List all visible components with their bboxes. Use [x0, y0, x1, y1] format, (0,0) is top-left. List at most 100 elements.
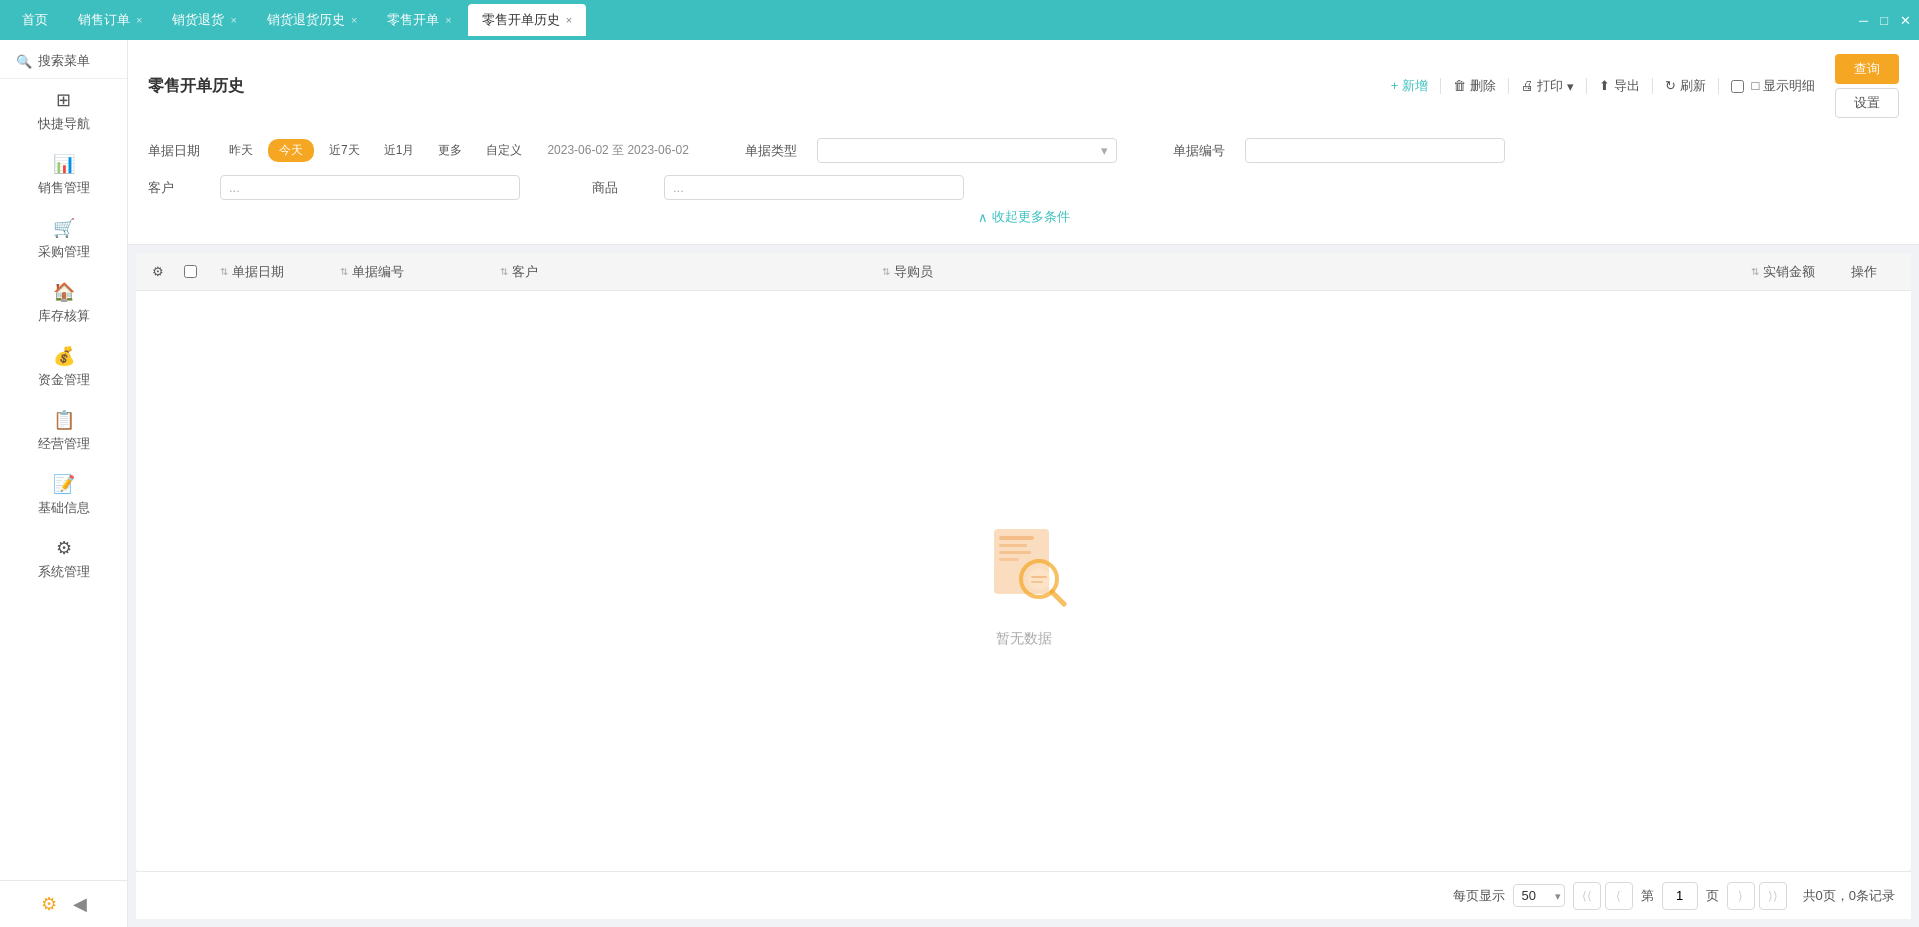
collapse-label: 收起更多条件: [992, 208, 1070, 226]
sidebar-settings-icon[interactable]: ⚙: [41, 893, 57, 915]
export-button[interactable]: ⬆ 导出: [1599, 77, 1640, 95]
content-area: 零售开单历史 + 新增 🗑 删除 🖨 打印 ▾ ⬆ 导出 ↻ 刷新: [128, 40, 1919, 927]
close-sales-order-icon[interactable]: ×: [136, 14, 142, 26]
tab-retail-open-history[interactable]: 零售开单历史 ×: [468, 4, 586, 36]
select-all-checkbox[interactable]: [184, 265, 197, 278]
last-page-button[interactable]: ⟩⟩: [1759, 882, 1787, 910]
sales-mgmt-icon: 📊: [53, 153, 75, 175]
sort-icon-bill-no: ⇅: [340, 266, 348, 277]
first-page-button[interactable]: ⟨⟨: [1573, 882, 1601, 910]
filter-section: 单据日期 昨天 今天 近7天 近1月 更多 自定义 2023-06-02 至 2…: [148, 130, 1899, 244]
svg-rect-4: [999, 558, 1019, 561]
tab-sales-return-history[interactable]: 销货退货历史 ×: [253, 4, 371, 36]
delete-button[interactable]: 🗑 删除: [1453, 77, 1496, 95]
sidebar-item-finance[interactable]: 💰 资金管理: [0, 335, 127, 399]
product-input[interactable]: ...: [664, 175, 964, 200]
date-today-btn[interactable]: 今天: [268, 139, 314, 162]
date-custom-btn[interactable]: 自定义: [477, 139, 531, 162]
sidebar-bottom: ⚙ ◀: [0, 880, 127, 927]
date-1month-btn[interactable]: 近1月: [375, 139, 424, 162]
table-header-date[interactable]: ⇅ 单据日期: [212, 263, 332, 281]
per-page-select[interactable]: 50 10 20 100: [1513, 884, 1565, 907]
display-cols-checkbox[interactable]: [1731, 80, 1744, 93]
tab-retail-open-history-label: 零售开单历史: [482, 11, 560, 29]
header-customer-label: 客户: [512, 263, 538, 281]
bill-type-select[interactable]: ▾: [817, 138, 1117, 163]
close-sales-return-icon[interactable]: ×: [230, 14, 236, 26]
next-page-button[interactable]: ⟩: [1727, 882, 1755, 910]
svg-line-7: [1052, 592, 1064, 604]
bill-type-label: 单据类型: [745, 142, 801, 160]
collapse-button[interactable]: ∧ 收起更多条件: [978, 208, 1070, 226]
tab-sales-order-label: 销售订单: [78, 11, 130, 29]
sidebar-item-sales-mgmt-label: 销售管理: [38, 179, 90, 197]
print-button[interactable]: 🖨 打印 ▾: [1521, 77, 1575, 95]
sidebar-item-basic-info-label: 基础信息: [38, 499, 90, 517]
close-retail-open-history-icon[interactable]: ×: [566, 14, 572, 26]
sidebar-item-inventory[interactable]: 🏠 库存核算: [0, 271, 127, 335]
table-header-customer[interactable]: ⇅ 客户: [492, 263, 874, 281]
tab-sales-order[interactable]: 销售订单 ×: [64, 4, 156, 36]
date-filter-label: 单据日期: [148, 142, 204, 160]
prev-page-button[interactable]: ⟨: [1605, 882, 1633, 910]
sidebar-item-sys-mgmt[interactable]: ⚙ 系统管理: [0, 527, 127, 591]
add-button[interactable]: + 新增: [1391, 77, 1428, 95]
sidebar-item-quick-nav[interactable]: ⊞ 快捷导航: [0, 79, 127, 143]
sidebar-collapse-icon[interactable]: ◀: [73, 893, 87, 915]
sort-icon-guide: ⇅: [882, 266, 890, 277]
minimize-icon[interactable]: ─: [1859, 13, 1868, 28]
finance-icon: 💰: [53, 345, 75, 367]
header-date-label: 单据日期: [232, 263, 284, 281]
sidebar-item-purchase-mgmt[interactable]: 🛒 采购管理: [0, 207, 127, 271]
sidebar-item-operation-label: 经营管理: [38, 435, 90, 453]
table-header-bill-no[interactable]: ⇅ 单据编号: [332, 263, 492, 281]
customer-input[interactable]: ...: [220, 175, 520, 200]
date-yesterday-btn[interactable]: 昨天: [220, 139, 262, 162]
close-sales-return-history-icon[interactable]: ×: [351, 14, 357, 26]
inventory-icon: 🏠: [53, 281, 75, 303]
nav-tabs: 首页 销售订单 × 销货退货 × 销货退货历史 × 零售开单 × 零售开单历史 …: [8, 4, 1859, 36]
sidebar-item-sales-mgmt[interactable]: 📊 销售管理: [0, 143, 127, 207]
sort-icon-amount: ⇅: [1751, 266, 1759, 277]
search-button[interactable]: 查询: [1835, 54, 1899, 84]
date-7days-btn[interactable]: 近7天: [320, 139, 369, 162]
page-header: 零售开单历史 + 新增 🗑 删除 🖨 打印 ▾ ⬆ 导出 ↻ 刷新: [128, 40, 1919, 245]
toolbar-buttons: + 新增 🗑 删除 🖨 打印 ▾ ⬆ 导出 ↻ 刷新 □ 显示: [1391, 54, 1899, 118]
basic-info-icon: 📝: [53, 473, 75, 495]
sidebar-item-operation[interactable]: 📋 经营管理: [0, 399, 127, 463]
page-number-input[interactable]: [1662, 882, 1698, 910]
search-menu-area[interactable]: 🔍 搜索菜单: [0, 44, 127, 79]
tab-sales-return[interactable]: 销货退货 ×: [158, 4, 250, 36]
display-cols-button[interactable]: □ 显示明细: [1731, 77, 1815, 95]
tab-home[interactable]: 首页: [8, 4, 62, 36]
toolbar-divider-4: [1652, 78, 1653, 94]
toolbar-divider-3: [1586, 78, 1587, 94]
action-buttons: 查询 设置: [1835, 54, 1899, 118]
bill-type-arrow-icon: ▾: [1101, 143, 1108, 158]
close-retail-open-icon[interactable]: ×: [445, 14, 451, 26]
refresh-button[interactable]: ↻ 刷新: [1665, 77, 1706, 95]
table-checkbox-cell[interactable]: [176, 265, 212, 278]
per-page-wrapper: 50 10 20 100: [1513, 884, 1565, 907]
empty-icon-container: [974, 514, 1074, 614]
table-settings-icon[interactable]: ⚙: [152, 264, 164, 279]
quick-nav-icon: ⊞: [56, 89, 71, 111]
header-bill-no-label: 单据编号: [352, 263, 404, 281]
sort-icon-date: ⇅: [220, 266, 228, 277]
table-header-guide[interactable]: ⇅ 导购员: [874, 263, 994, 281]
sidebar-item-finance-label: 资金管理: [38, 371, 90, 389]
date-more-btn[interactable]: 更多: [429, 139, 471, 162]
sort-icon-customer: ⇅: [500, 266, 508, 277]
sidebar-item-basic-info[interactable]: 📝 基础信息: [0, 463, 127, 527]
maximize-icon[interactable]: □: [1880, 13, 1888, 28]
settings-button[interactable]: 设置: [1835, 88, 1899, 118]
tab-sales-return-history-label: 销货退货历史: [267, 11, 345, 29]
tab-retail-open[interactable]: 零售开单 ×: [373, 4, 465, 36]
bill-no-input[interactable]: [1245, 138, 1505, 163]
sys-mgmt-icon: ⚙: [56, 537, 72, 559]
close-window-icon[interactable]: ✕: [1900, 13, 1911, 28]
table-header-amount[interactable]: ⇅ 实销金额: [1743, 263, 1843, 281]
customer-dots: ...: [229, 180, 240, 195]
table-settings-cell[interactable]: ⚙: [144, 264, 176, 279]
empty-state: 暂无数据: [136, 291, 1911, 871]
